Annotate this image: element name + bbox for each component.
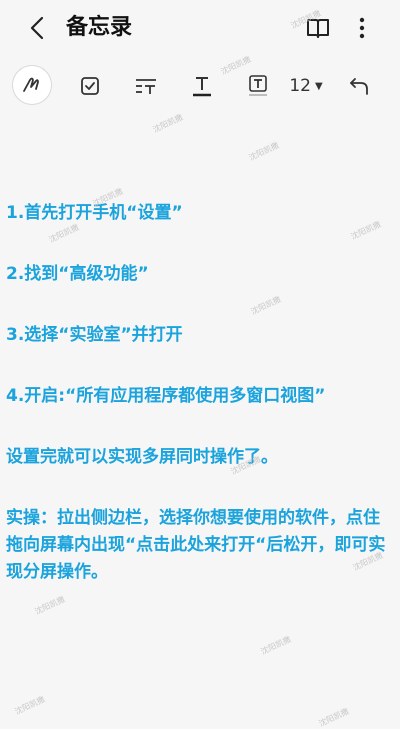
note-line-3: 3.选择“实验室”并打开 — [6, 325, 183, 345]
note-line-6: 实操：拉出侧边栏，选择你想要使用的软件，点住拖向屏幕内出现“点击此处来打开“后松… — [6, 508, 386, 582]
more-options-icon[interactable] — [352, 14, 372, 42]
formatting-toolbar: 12 ▼ — [0, 62, 400, 110]
back-arrow-icon[interactable] — [26, 14, 48, 42]
watermark: 沈阳凯撒 — [13, 694, 47, 717]
watermark: 沈阳凯撒 — [151, 112, 185, 135]
text-highlight-icon[interactable] — [240, 66, 276, 106]
watermark: 沈阳凯撒 — [259, 634, 293, 657]
dropdown-arrow-icon: ▼ — [314, 80, 323, 92]
text-style-icon[interactable] — [128, 66, 164, 106]
handwriting-pen-button[interactable] — [12, 65, 52, 105]
undo-icon[interactable] — [342, 66, 378, 106]
app-header: 备忘录 — [0, 0, 400, 56]
watermark: 沈阳凯撒 — [247, 140, 281, 163]
note-body[interactable]: 1.首先打开手机“设置” 2.找到“高级功能” 3.选择“实验室”并打开 4.开… — [6, 200, 394, 586]
checkbox-icon[interactable] — [72, 66, 108, 106]
font-size-dropdown[interactable]: 12 ▼ — [286, 66, 326, 106]
watermark: 沈阳凯撒 — [317, 706, 351, 729]
page-title: 备忘录 — [66, 15, 133, 40]
text-color-icon[interactable] — [184, 66, 220, 106]
note-line-5: 设置完就可以实现多屏同时操作了。 — [6, 447, 278, 467]
watermark: 沈阳凯撒 — [33, 594, 67, 617]
note-line-1: 1.首先打开手机“设置” — [6, 203, 183, 223]
font-size-value: 12 — [289, 76, 311, 96]
note-line-4: 4.开启:“所有应用程序都使用多窗口视图” — [6, 386, 326, 406]
note-line-2: 2.找到“高级功能” — [6, 264, 149, 284]
